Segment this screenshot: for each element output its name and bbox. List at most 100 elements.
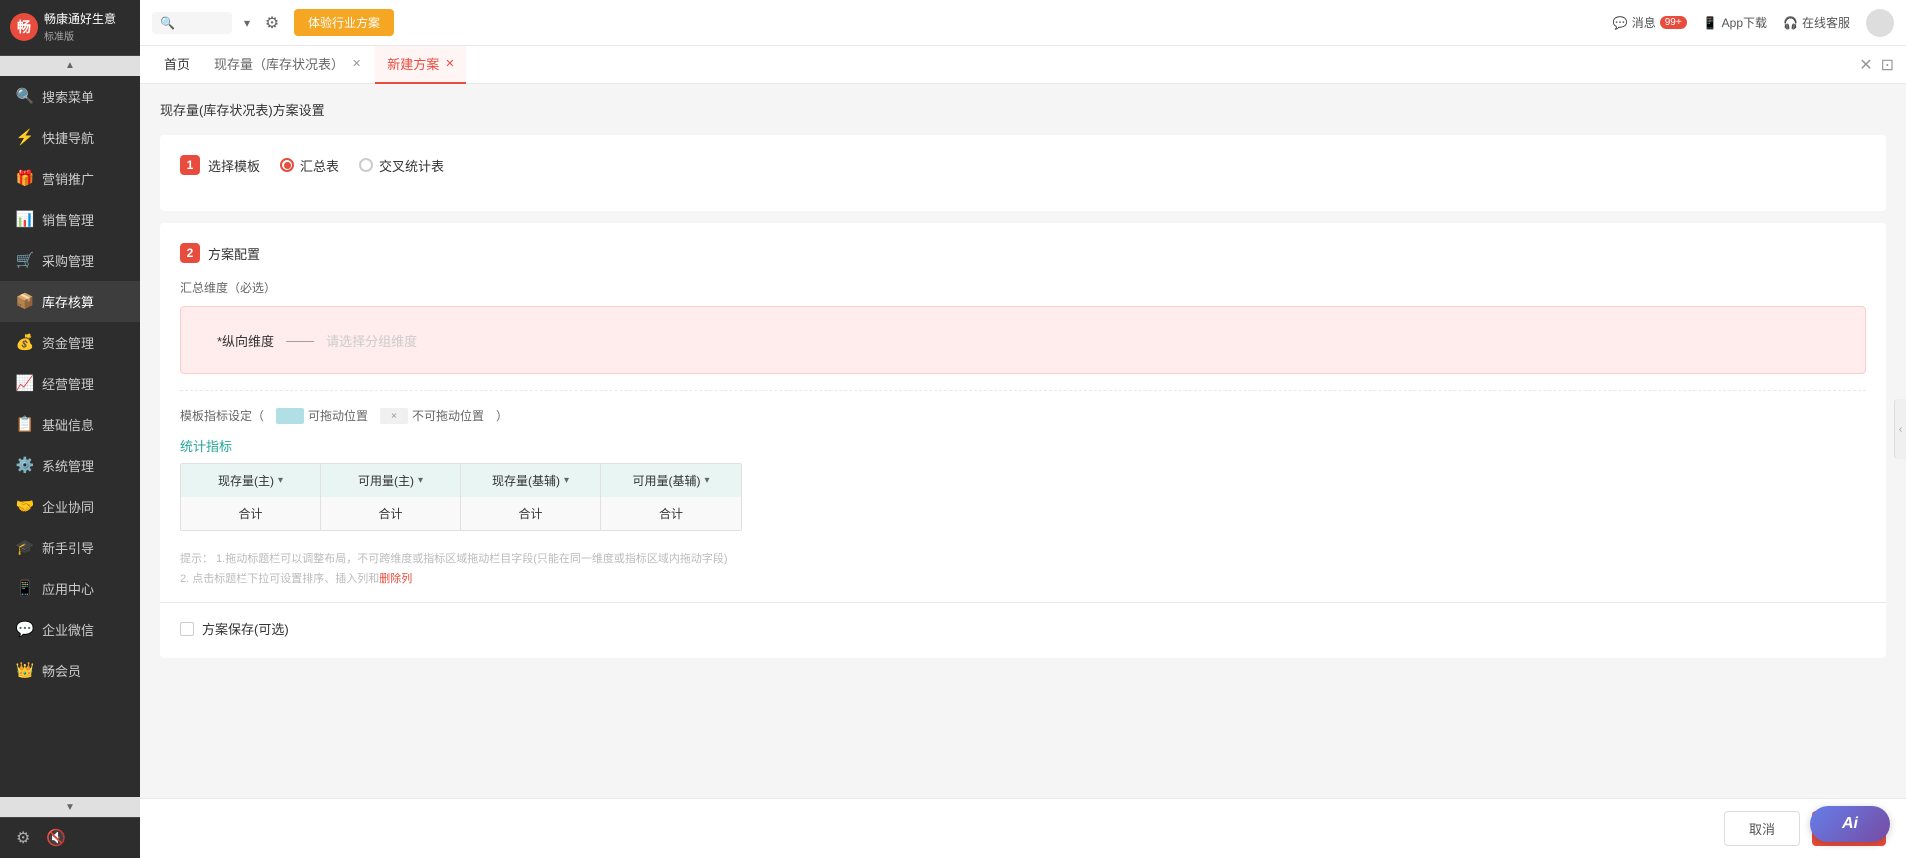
message-button[interactable]: 💬 消息 99+: [1613, 14, 1687, 31]
stats-header-col-2[interactable]: 现存量(基辅) ▾: [461, 464, 601, 497]
tab-inventory[interactable]: 现存量（库存状况表） ✕: [202, 46, 375, 84]
sidebar-item-label: 经营管理: [42, 374, 94, 393]
radio-cross[interactable]: 交叉统计表: [359, 156, 444, 175]
sidebar-item-finance[interactable]: 💰 资金管理: [0, 322, 140, 363]
dimension-area[interactable]: *纵向维度 —— 请选择分组维度: [180, 306, 1866, 374]
info-icon: 📋: [16, 415, 34, 433]
sidebar-item-business[interactable]: 📈 经营管理: [0, 363, 140, 404]
tab-new-plan-close[interactable]: ✕: [445, 57, 454, 70]
search-box[interactable]: 🔍: [152, 12, 232, 34]
sidebar-scroll-up[interactable]: ▲: [0, 56, 140, 76]
tab-new-plan[interactable]: 新建方案 ✕: [375, 46, 466, 84]
step2-header: 2 方案配置: [180, 243, 1866, 263]
message-label: 消息: [1632, 14, 1656, 31]
sidebar-item-sales[interactable]: 📊 销售管理: [0, 199, 140, 240]
expand-window-icon[interactable]: ⊡: [1881, 55, 1894, 75]
stats-header-col-1[interactable]: 可用量(主) ▾: [321, 464, 461, 497]
mobile-icon: 📱: [1703, 16, 1718, 30]
stats-header-col-3[interactable]: 可用量(基辅) ▾: [601, 464, 741, 497]
step1-card: 1 选择模板 汇总表 交叉统计表: [160, 135, 1886, 211]
stats-agg-1: 合计: [378, 505, 402, 522]
sidebar-item-label: 企业协同: [42, 497, 94, 516]
stats-table: 现存量(主) ▾ 可用量(主) ▾ 现存量(基辅) ▾ 可用量(基辅) ▾: [180, 463, 742, 531]
sidebar-item-member[interactable]: 👑 畅会员: [0, 650, 140, 691]
radio-summary[interactable]: 汇总表: [280, 156, 339, 175]
radio-cross-label: 交叉统计表: [379, 156, 444, 175]
sidebar-item-wechat[interactable]: 💬 企业微信: [0, 609, 140, 650]
tab-inventory-label: 现存量（库存状况表）: [214, 54, 344, 73]
template-radio-group: 汇总表 交叉统计表: [280, 156, 444, 175]
tab-home[interactable]: 首页: [152, 46, 202, 84]
sidebar-item-guide[interactable]: 🎓 新手引导: [0, 527, 140, 568]
stats-header-row: 现存量(主) ▾ 可用量(主) ▾ 现存量(基辅) ▾ 可用量(基辅) ▾: [181, 464, 741, 497]
sidebar-item-inventory[interactable]: 📦 库存核算: [0, 281, 140, 322]
member-icon: 👑: [16, 661, 34, 679]
radio-summary-label: 汇总表: [300, 156, 339, 175]
hint-1: 提示： 1.拖动标题栏可以调整布局，不可跨维度或指标区域拖动栏目字段(只能在同一…: [180, 550, 1866, 566]
chevron-icon-3: ▾: [704, 475, 709, 486]
stats-data-col-1: 合计: [321, 497, 461, 530]
stats-header-col-0[interactable]: 现存量(主) ▾: [181, 464, 321, 497]
purchase-icon: 🛒: [16, 251, 34, 269]
sidebar-item-label: 资金管理: [42, 333, 94, 352]
stats-col-label-0: 现存量(主): [218, 472, 274, 489]
headset-icon: 🎧: [1783, 16, 1798, 30]
sidebar-item-label: 营销推广: [42, 169, 94, 188]
indicator-close: ）: [496, 407, 508, 424]
sidebar-item-purchase[interactable]: 🛒 采购管理: [0, 240, 140, 281]
apps-icon: 📱: [16, 579, 34, 597]
step1-badge: 1: [180, 155, 200, 175]
step1-header: 1 选择模板 汇总表 交叉统计表: [180, 155, 1866, 175]
save-label: 方案保存(可选): [202, 619, 289, 638]
tab-new-plan-label: 新建方案: [387, 54, 439, 73]
sidebar-footer: ⚙ 🔇: [0, 817, 140, 858]
sidebar-item-marketing[interactable]: 🎁 营销推广: [0, 158, 140, 199]
right-edge-handle[interactable]: ‹: [1894, 399, 1906, 459]
stats-section-label: 统计指标: [180, 436, 1866, 455]
gear-button[interactable]: ⚙: [258, 9, 286, 37]
chevron-down-icon: ▾: [244, 16, 250, 30]
sidebar-scroll-down[interactable]: ▼: [0, 797, 140, 817]
chevron-icon-0: ▾: [278, 475, 283, 486]
draggable-label: 可拖动位置: [308, 407, 368, 424]
customer-service-label: 在线客服: [1802, 14, 1850, 31]
indicator-row: 模板指标设定（ 可拖动位置 不可拖动位置 ）: [180, 407, 1866, 424]
ai-button[interactable]: Ai: [1810, 806, 1890, 842]
sidebar-item-apps[interactable]: 📱 应用中心: [0, 568, 140, 609]
cancel-button[interactable]: 取消: [1724, 811, 1800, 846]
dimension-placeholder: 请选择分组维度: [326, 331, 417, 350]
bottom-bar: 取消 查询: [140, 798, 1906, 858]
stats-agg-3: 合计: [659, 505, 683, 522]
sidebar-item-label: 新手引导: [42, 538, 94, 557]
hint-delete-text: 删除列: [379, 573, 412, 585]
app-download-button[interactable]: 📱 App下载: [1703, 14, 1767, 31]
save-checkbox[interactable]: [180, 622, 194, 636]
dimension-arrow: ——: [286, 332, 314, 348]
step1-title: 选择模板: [208, 156, 260, 175]
content-area: 现存量(库存状况表)方案设置 1 选择模板 汇总表 交叉统计表: [140, 84, 1906, 798]
sidebar-item-collab[interactable]: 🤝 企业协同: [0, 486, 140, 527]
app-logo-icon: 畅: [10, 13, 38, 41]
sidebar-item-label: 畅会员: [42, 661, 81, 680]
audio-footer-icon[interactable]: 🔇: [46, 828, 66, 848]
topbar-dropdown[interactable]: ▾: [240, 16, 250, 30]
tab-inventory-close[interactable]: ✕: [350, 56, 363, 71]
tab-home-label: 首页: [164, 54, 190, 73]
trial-button[interactable]: 体验行业方案: [294, 9, 394, 36]
sidebar-nav: 🔍 搜索菜单 ⚡ 快捷导航 🎁 营销推广 📊 销售管理 🛒 采购管理 📦 库存核…: [0, 76, 140, 797]
settings-footer-icon[interactable]: ⚙: [16, 828, 30, 848]
sidebar-item-nav[interactable]: ⚡ 快捷导航: [0, 117, 140, 158]
sidebar: 畅 畅康通好生意 标准版 ▲ 🔍 搜索菜单 ⚡ 快捷导航 🎁 营销推广 📊 销售…: [0, 0, 140, 858]
hints-area: 提示： 1.拖动标题栏可以调整布局，不可跨维度或指标区域拖动栏目字段(只能在同一…: [180, 550, 1866, 586]
customer-service-button[interactable]: 🎧 在线客服: [1783, 14, 1850, 31]
close-window-icon[interactable]: ✕: [1859, 55, 1872, 75]
sidebar-item-info[interactable]: 📋 基础信息: [0, 404, 140, 445]
vertical-dimension-label: *纵向维度: [217, 331, 274, 350]
sidebar-item-search[interactable]: 🔍 搜索菜单: [0, 76, 140, 117]
main-area: 🔍 ▾ ⚙ 体验行业方案 💬 消息 99+ 📱 App下载 🎧 在线客服: [140, 0, 1906, 858]
user-avatar[interactable]: [1866, 9, 1894, 37]
sidebar-item-system[interactable]: ⚙️ 系统管理: [0, 445, 140, 486]
ai-button-label: Ai: [1842, 815, 1858, 833]
stats-col-label-3: 可用量(基辅): [632, 472, 700, 489]
radio-cross-circle: [359, 158, 373, 172]
